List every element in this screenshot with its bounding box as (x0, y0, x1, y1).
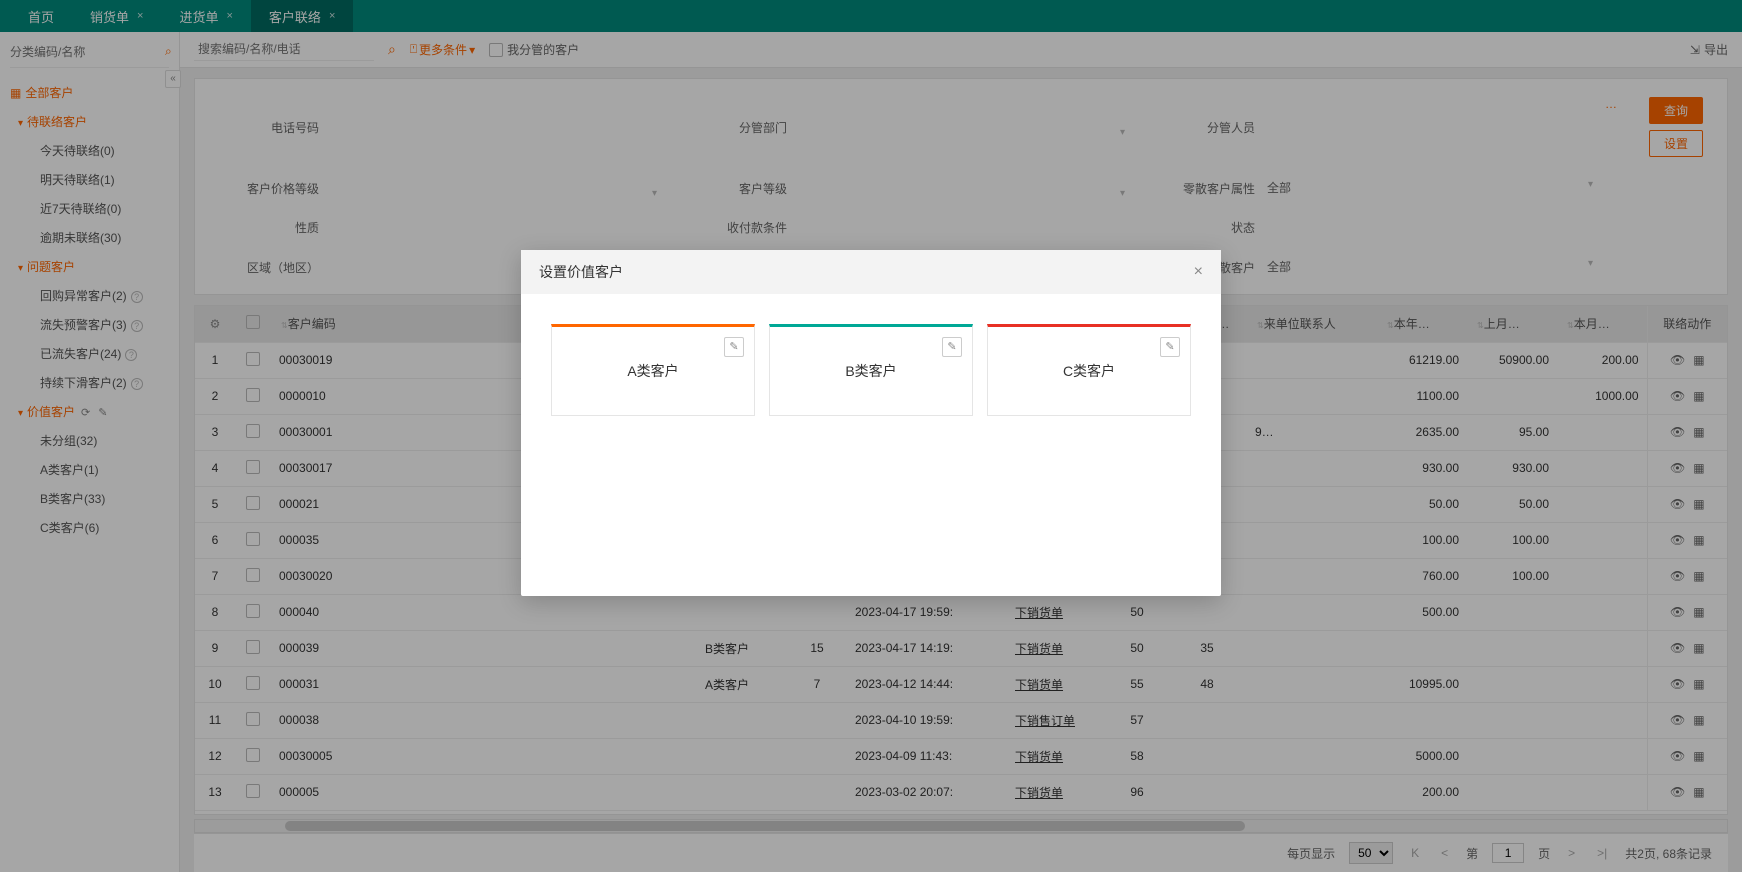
edit-icon[interactable]: ✎ (724, 337, 744, 357)
value-customer-modal: 设置价值客户 × ✎ A类客户 ✎ B类客户 ✎ C类客户 (521, 250, 1221, 596)
modal-close-button[interactable]: × (1194, 263, 1203, 281)
edit-icon[interactable]: ✎ (942, 337, 962, 357)
modal-overlay[interactable]: 设置价值客户 × ✎ A类客户 ✎ B类客户 ✎ C类客户 (0, 0, 1742, 872)
card-label: B类客户 (845, 363, 896, 379)
edit-icon[interactable]: ✎ (1160, 337, 1180, 357)
modal-title: 设置价值客户 (539, 262, 623, 282)
card-label: C类客户 (1063, 363, 1115, 379)
value-card-a[interactable]: ✎ A类客户 (551, 324, 755, 416)
card-label: A类客户 (627, 363, 678, 379)
value-card-b[interactable]: ✎ B类客户 (769, 324, 973, 416)
value-card-c[interactable]: ✎ C类客户 (987, 324, 1191, 416)
